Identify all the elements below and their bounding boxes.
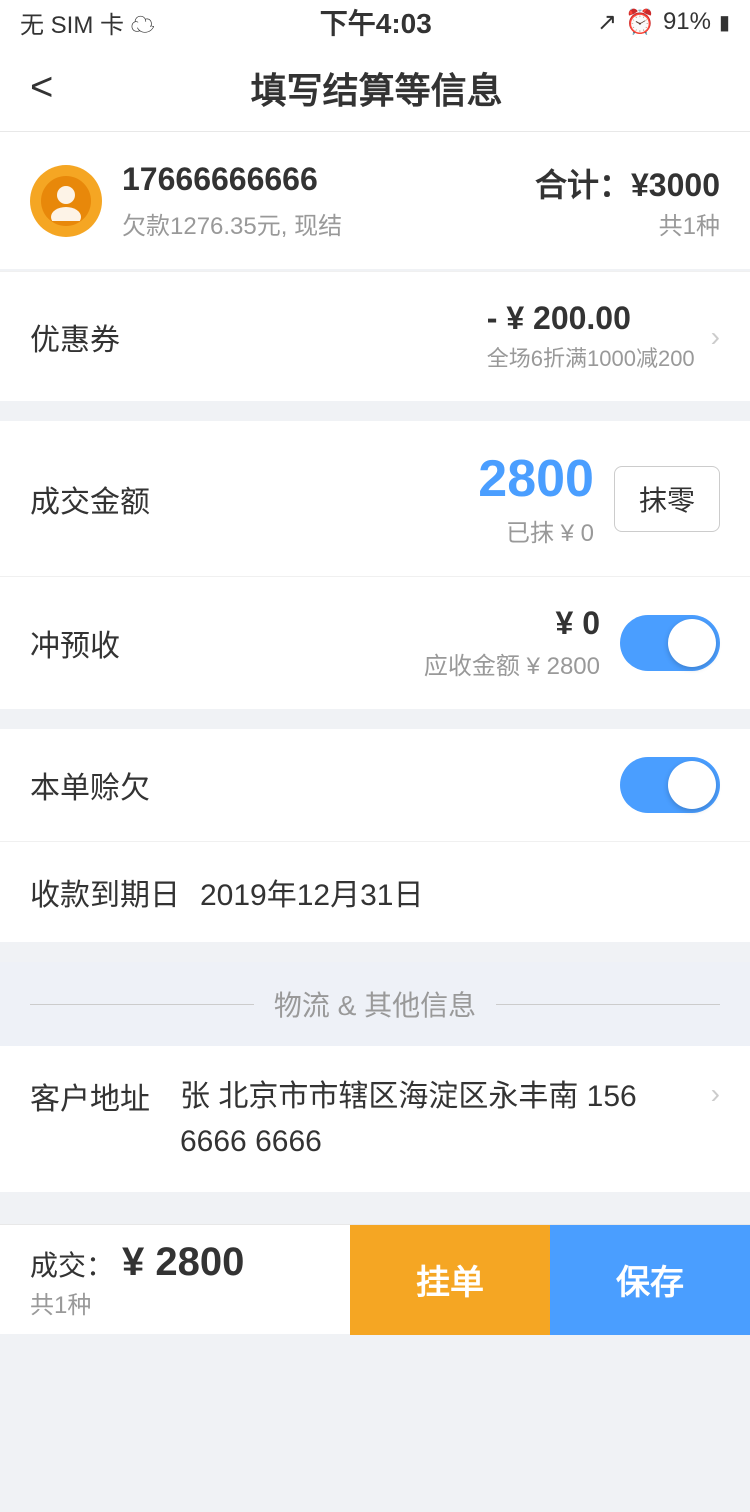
due-date-section: 收款到期日 2019年12月31日 <box>0 841 750 942</box>
due-date-label: 收款到期日 <box>30 870 180 914</box>
battery-icon: ▮ <box>719 10 730 35</box>
bottom-amount-row: 成交： ¥ 2800 <box>30 1240 320 1285</box>
bottom-chengjiao-label: 成交： <box>30 1244 114 1284</box>
sheqian-row: 本单赊欠 <box>0 729 750 841</box>
deal-amount-section: 成交金额 2800 已抹 ¥ 0 抹零 冲预收 ¥ 0 应收金额 ¥ 2800 <box>0 421 750 709</box>
customer-phone: 17666666666 <box>122 161 342 198</box>
deal-amount-right: 2800 已抹 ¥ 0 抹零 <box>478 449 720 548</box>
deal-amount-col: 2800 已抹 ¥ 0 <box>478 449 594 548</box>
deal-amount-label: 成交金额 <box>30 477 150 521</box>
nav-bar: < 填写结算等信息 <box>0 44 750 132</box>
bottom-spacer <box>0 1392 750 1512</box>
coupon-row[interactable]: 优惠券 - ¥ 200.00 全场6折满1000减200 › <box>0 271 750 401</box>
battery-text: 91% <box>663 8 711 36</box>
status-right: ↗ ⏰ 91% ▮ <box>597 8 730 37</box>
section-divider-2 <box>0 709 750 729</box>
address-label: 客户地址 <box>30 1074 150 1118</box>
customer-card: 17666666666 欠款1276.35元, 现结 合计：¥3000 共1种 <box>0 132 750 269</box>
section-divider-3 <box>0 942 750 962</box>
sheqian-toggle[interactable] <box>620 757 720 813</box>
sheqian-toggle-wrapper <box>620 757 720 813</box>
chong-amount-col: ¥ 0 应收金额 ¥ 2800 <box>424 605 600 681</box>
signal-text: 无 SIM 卡 ☁ <box>20 5 155 40</box>
sheqian-toggle-knob <box>668 761 716 809</box>
avatar-icon <box>41 176 91 226</box>
chong-yushou-right: ¥ 0 应收金额 ¥ 2800 <box>424 605 720 681</box>
address-content: 张 北京市市辖区海淀区永丰南 156 6666 6666 <box>180 1074 691 1164</box>
status-left: 无 SIM 卡 ☁ <box>20 5 155 40</box>
baocun-button[interactable]: 保存 <box>550 1225 750 1335</box>
logistics-header-text: 物流 & 其他信息 <box>274 984 476 1024</box>
deal-amount-value: 2800 <box>478 449 594 509</box>
logistics-section-header: 物流 & 其他信息 <box>0 962 750 1046</box>
chong-toggle-knob <box>668 619 716 667</box>
guadan-button[interactable]: 挂单 <box>350 1225 550 1335</box>
chong-yushou-label: 冲预收 <box>30 621 120 665</box>
status-time: 下午4:03 <box>320 2 432 42</box>
header-line-right <box>496 1004 720 1005</box>
bottom-count: 共1种 <box>30 1285 320 1320</box>
sheqian-label: 本单赊欠 <box>30 763 150 807</box>
address-row[interactable]: 客户地址 张 北京市市辖区海淀区永丰南 156 6666 6666 › <box>0 1046 750 1192</box>
customer-debt: 欠款1276.35元, 现结 <box>122 206 342 241</box>
chong-yushou-row: 冲预收 ¥ 0 应收金额 ¥ 2800 <box>0 577 750 709</box>
due-date-value: 2019年12月31日 <box>200 870 423 914</box>
customer-left: 17666666666 欠款1276.35元, 现结 <box>30 161 342 241</box>
coupon-desc: 全场6折满1000减200 <box>487 341 695 373</box>
coupon-right: - ¥ 200.00 全场6折满1000减200 › <box>487 300 720 373</box>
location-icon: ↗ <box>597 8 617 37</box>
status-bar: 无 SIM 卡 ☁ 下午4:03 ↗ ⏰ 91% ▮ <box>0 0 750 44</box>
person-icon <box>46 181 86 221</box>
coupon-chevron-icon: › <box>711 321 720 353</box>
address-chevron-icon: › <box>691 1078 720 1110</box>
chong-toggle-wrapper <box>620 615 720 671</box>
back-button[interactable]: < <box>30 65 73 110</box>
bottom-info: 成交： ¥ 2800 共1种 <box>0 1240 350 1320</box>
customer-total: 合计：¥3000 共1种 <box>535 160 720 241</box>
coupon-amount: - ¥ 200.00 <box>487 300 695 337</box>
section-divider-1 <box>0 401 750 421</box>
total-amount: 合计：¥3000 <box>535 160 720 206</box>
alarm-icon: ⏰ <box>625 8 655 37</box>
coupon-label: 优惠券 <box>30 315 120 359</box>
chong-toggle[interactable] <box>620 615 720 671</box>
bottom-amount-value: ¥ 2800 <box>122 1240 244 1285</box>
chong-sub: 应收金额 ¥ 2800 <box>424 646 600 681</box>
round-zero-button[interactable]: 抹零 <box>614 466 720 532</box>
deal-amount-sub: 已抹 ¥ 0 <box>478 513 594 548</box>
page-title: 填写结算等信息 <box>73 62 680 114</box>
due-date-row: 收款到期日 2019年12月31日 <box>0 842 750 942</box>
deal-amount-row: 成交金额 2800 已抹 ¥ 0 抹零 <box>0 421 750 577</box>
customer-info: 17666666666 欠款1276.35元, 现结 <box>122 161 342 241</box>
chong-amount-value: ¥ 0 <box>424 605 600 642</box>
header-line-left <box>30 1004 254 1005</box>
bottom-bar: 成交： ¥ 2800 共1种 挂单 保存 <box>0 1224 750 1334</box>
avatar <box>30 165 102 237</box>
sheqian-section: 本单赊欠 收款到期日 2019年12月31日 <box>0 729 750 942</box>
coupon-info: - ¥ 200.00 全场6折满1000减200 <box>487 300 695 373</box>
total-count: 共1种 <box>535 206 720 241</box>
